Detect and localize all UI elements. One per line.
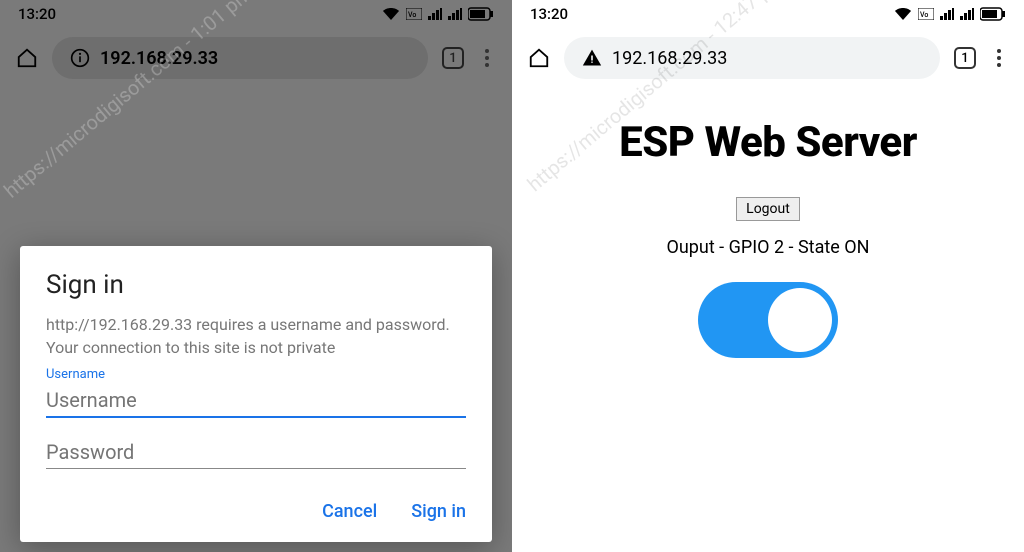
wifi-icon (382, 7, 400, 21)
tab-count-button[interactable]: 1 (954, 47, 976, 69)
cancel-button[interactable]: Cancel (322, 501, 377, 522)
info-icon (70, 48, 90, 68)
phone-left: 13:20 Vo 192.168.29.33 1 https://microdi… (0, 0, 512, 552)
gpio-state-label: Ouput - GPIO 2 - State ON (530, 237, 1006, 258)
signal-icon (940, 8, 954, 20)
menu-button[interactable] (990, 49, 1008, 67)
status-icons: Vo (894, 7, 1006, 21)
gpio-toggle[interactable] (698, 282, 838, 358)
toggle-knob (768, 288, 832, 352)
signin-button[interactable]: Sign in (411, 501, 466, 522)
phone-right: 13:20 Vo 192.168.29.33 1 https://microdi… (512, 0, 1024, 552)
url-text: 192.168.29.33 (612, 48, 727, 69)
tab-count-button[interactable]: 1 (442, 47, 464, 69)
home-icon[interactable] (16, 47, 38, 69)
signal-icon-2 (960, 8, 974, 20)
browser-bar: 192.168.29.33 1 (512, 28, 1024, 88)
signal-icon (428, 8, 442, 20)
signal-icon-2 (448, 8, 462, 20)
username-label: Username (46, 367, 466, 382)
status-bar: 13:20 Vo (512, 0, 1024, 28)
status-bar: 13:20 Vo (0, 0, 512, 28)
status-icons: Vo (382, 7, 494, 21)
page-title: ESP Web Server (530, 118, 1006, 167)
menu-button[interactable] (478, 49, 496, 67)
status-time: 13:20 (18, 5, 56, 23)
address-bar[interactable]: 192.168.29.33 (52, 37, 428, 79)
svg-text:Vo: Vo (408, 11, 416, 19)
address-bar[interactable]: 192.168.29.33 (564, 37, 940, 79)
logout-button[interactable]: Logout (736, 197, 800, 221)
status-time: 13:20 (530, 5, 568, 23)
auth-dialog: Sign in http://192.168.29.33 requires a … (20, 246, 492, 542)
not-secure-icon (582, 48, 602, 68)
url-text: 192.168.29.33 (100, 48, 218, 69)
svg-text:Vo: Vo (920, 11, 928, 19)
wifi-icon (894, 7, 912, 21)
dialog-actions: Cancel Sign in (46, 501, 466, 522)
username-input[interactable] (46, 384, 466, 418)
browser-bar: 192.168.29.33 1 (0, 28, 512, 88)
page-content: ESP Web Server Logout Ouput - GPIO 2 - S… (512, 88, 1024, 402)
dialog-message: http://192.168.29.33 requires a username… (46, 314, 466, 359)
home-icon[interactable] (528, 47, 550, 69)
volte-icon: Vo (406, 8, 422, 20)
battery-icon (980, 7, 1006, 21)
password-input[interactable] (46, 436, 466, 469)
battery-icon (468, 7, 494, 21)
dialog-title: Sign in (46, 270, 466, 300)
volte-icon: Vo (918, 8, 934, 20)
